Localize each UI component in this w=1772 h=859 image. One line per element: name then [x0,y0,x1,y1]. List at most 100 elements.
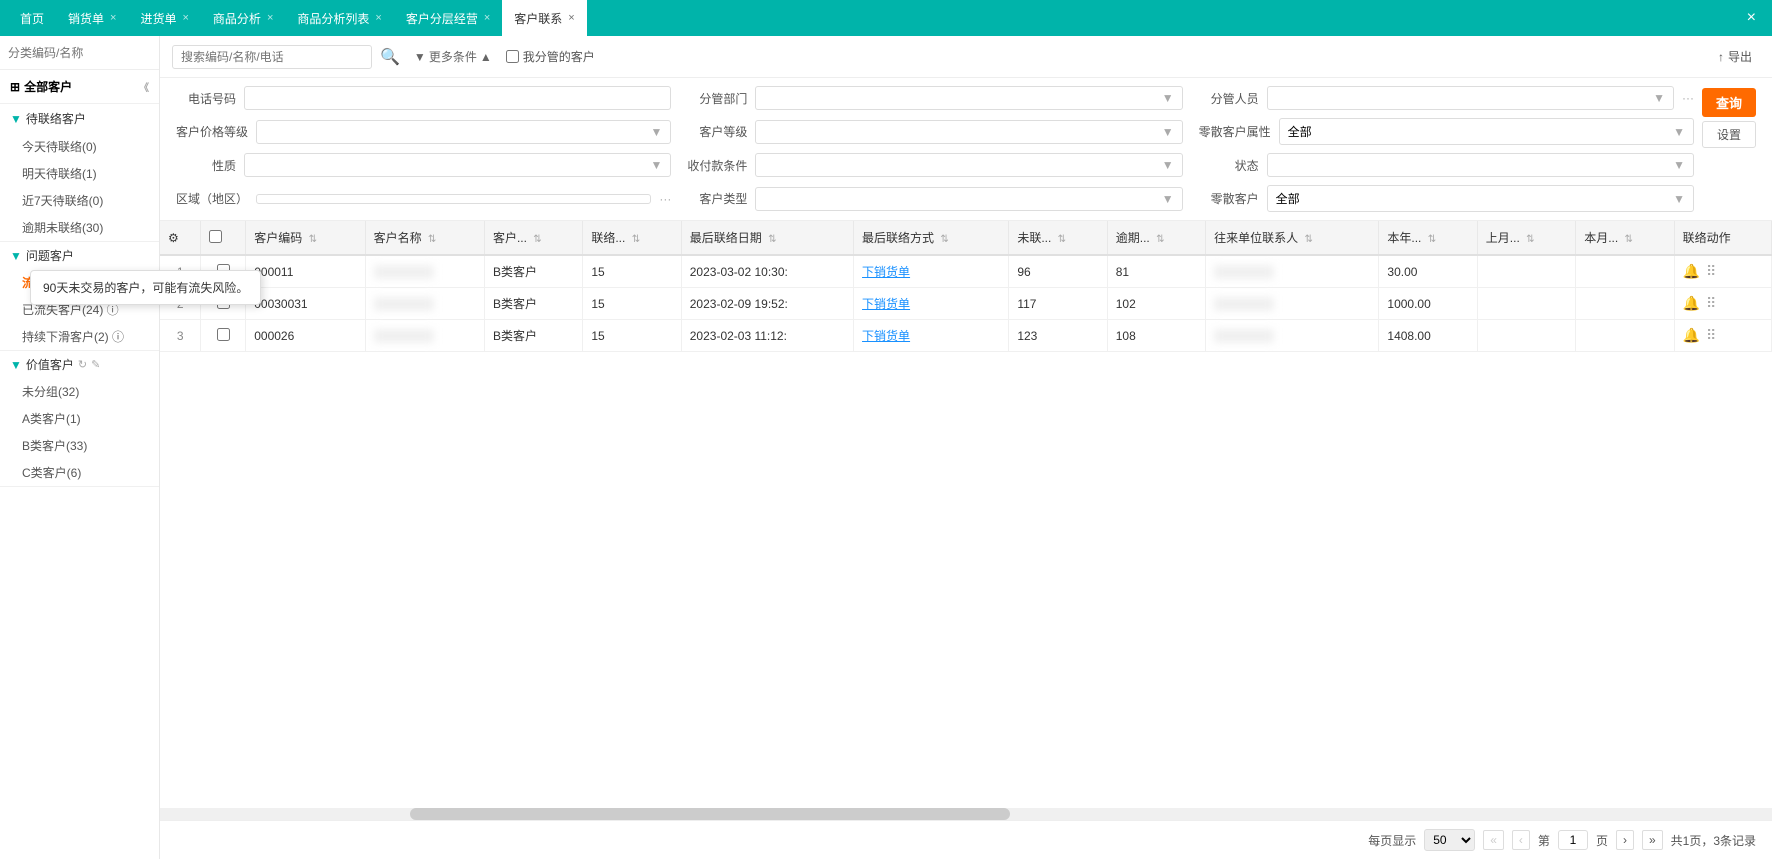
window-close-btn[interactable]: × [1739,9,1764,27]
filter-search-button[interactable]: 🔍 [380,47,400,67]
more-conditions-btn[interactable]: ▼ 更多条件 ▲ [408,44,498,69]
person-dropdown-icon: ▼ [1653,91,1665,105]
scrollbar-thumb[interactable] [410,808,1010,820]
close-purchase-tab[interactable]: × [182,12,188,24]
my-customers-checkbox[interactable]: 我分管的客户 [506,48,595,65]
sort-icon-type2: ⇅ [940,234,948,245]
sidebar-search-input[interactable] [8,46,160,60]
close-sales-tab[interactable]: × [110,12,116,24]
more-actions-icon[interactable]: ⠿ [1706,263,1716,280]
close-customer-layer-tab[interactable]: × [484,12,490,24]
filter-retail-attr-select[interactable]: 全部 ▼ [1279,118,1694,145]
sidebar-item-b-class[interactable]: B类客户(33) [0,432,159,459]
th-last-type: 最后联络方式 ⇅ [854,221,1009,255]
row-action: 🔔 ⠿ [1674,255,1771,288]
contact-icon[interactable]: 🔔 [1683,327,1700,344]
checkbox-header [201,221,246,255]
section-header-problem[interactable]: ▼ 问题客户 [0,242,159,269]
filter-payment-label: 收付款条件 [687,157,747,174]
person-more-icon[interactable]: ··· [1682,91,1694,105]
sidebar-item-c-class[interactable]: C类客户(6) [0,459,159,486]
row-last-type[interactable]: 下销货单 [854,288,1009,320]
sidebar-item-ungroup[interactable]: 未分组(32) [0,378,159,405]
gear-header[interactable]: ⚙ [160,221,201,255]
page-input[interactable] [1558,830,1588,850]
row-checkbox[interactable] [201,320,246,352]
filter-phone-input[interactable] [244,86,671,110]
filter-customer-type-select[interactable]: ▼ [755,187,1182,211]
more-actions-icon[interactable]: ⠿ [1706,295,1716,312]
filter-status-select[interactable]: ▼ [1267,153,1694,177]
nav-item-analysis-list[interactable]: 商品分析列表 × [285,0,393,36]
row-uncontacted: 117 [1009,288,1107,320]
filter-row-3: 性质 ▼ 收付款条件 ▼ [176,153,1694,177]
section-value-customers: ▼ 价值客户 ↻ ✎ 未分组(32) A类客户(1) B类客户(33) C类客户… [0,351,159,487]
chevron-up-icon: ▲ [480,50,492,64]
sidebar-item-today-contact[interactable]: 今天待联络(0) [0,133,159,160]
select-all-checkbox[interactable] [209,230,222,243]
query-button[interactable]: 查询 [1702,88,1756,117]
sidebar-item-7day-contact[interactable]: 近7天待联络(0) [0,187,159,214]
arrow-icon: ▼ [10,112,22,126]
row-name [365,255,484,288]
row-last-month [1477,320,1575,352]
collapse-icon: 《 [139,79,149,94]
next-page-btn[interactable]: › [1616,830,1634,850]
export-button[interactable]: ↑ 导出 [1710,44,1760,69]
sidebar-item-tomorrow-contact[interactable]: 明天待联络(1) [0,160,159,187]
edit-icon[interactable]: ✎ [91,358,100,371]
row-year-amount: 1408.00 [1379,320,1477,352]
row-type: B类客户 [484,320,582,352]
contact-icon[interactable]: 🔔 [1683,295,1700,312]
grid-icon: ⊞ [10,80,20,94]
row-unit-contact [1206,255,1379,288]
arrow-icon-3: ▼ [10,358,22,372]
row-last-date: 2023-02-09 19:52: [681,288,853,320]
filter-payment-select[interactable]: ▼ [755,153,1182,177]
sidebar-all-customers[interactable]: ⊞ 全部客户 《 [0,70,159,104]
advanced-filter-panel: 电话号码 分管部门 ▼ 分管人员 [160,78,1772,221]
sidebar-item-overdue-contact[interactable]: 逾期未联络(30) [0,214,159,241]
section-header-value[interactable]: ▼ 价值客户 ↻ ✎ [0,351,159,378]
page-size-select[interactable]: 50 100 200 [1424,829,1475,851]
filter-dept-select[interactable]: ▼ [755,86,1182,110]
row-contact-count: 15 [583,255,681,288]
page-size-label: 每页显示 [1368,832,1416,849]
filter-nature-select[interactable]: ▼ [244,153,671,177]
settings-button[interactable]: 设置 [1702,121,1756,148]
region-more-icon[interactable]: ··· [659,192,671,206]
row-last-type[interactable]: 下销货单 [854,255,1009,288]
th-last-month: 上月... ⇅ [1477,221,1575,255]
close-analysis-tab[interactable]: × [267,12,273,24]
close-analysis-list-tab[interactable]: × [375,12,381,24]
nav-item-sales[interactable]: 销货单 × [56,0,128,36]
refresh-icon[interactable]: ↻ [78,358,87,371]
filter-customer-level-select[interactable]: ▼ [755,120,1182,144]
nav-item-customer-layer[interactable]: 客户分层经营 × [394,0,502,36]
payment-dropdown-icon: ▼ [1162,158,1174,172]
contact-icon[interactable]: 🔔 [1683,263,1700,280]
my-customers-check-input[interactable] [506,50,519,63]
horizontal-scrollbar[interactable] [160,808,1772,820]
th-code: 客户编码 ⇅ [246,221,365,255]
nav-item-customer-contact[interactable]: 客户联系 × [502,0,586,36]
last-page-btn[interactable]: » [1642,830,1663,850]
filter-person-select[interactable]: ▼ [1267,86,1674,110]
close-customer-contact-tab[interactable]: × [568,12,574,24]
nav-item-home[interactable]: 首页 [8,0,56,36]
filter-search-input[interactable] [172,45,372,69]
section-header-pending[interactable]: ▼ 待联络客户 [0,104,159,133]
filter-region-select[interactable] [256,194,651,204]
sidebar-item-a-class[interactable]: A类客户(1) [0,405,159,432]
more-actions-icon[interactable]: ⠿ [1706,327,1716,344]
filter-retail-select[interactable]: 全部 ▼ [1267,185,1694,212]
sidebar-item-declining[interactable]: 持续下滑客户(2) ⓘ [0,323,159,350]
level-dropdown-icon: ▼ [1162,125,1174,139]
prev-page-btn[interactable]: ‹ [1512,830,1530,850]
nav-item-analysis[interactable]: 商品分析 × [201,0,285,36]
nav-item-purchase[interactable]: 进货单 × [128,0,200,36]
sort-icon-last-month: ⇅ [1526,234,1534,245]
filter-price-select[interactable]: ▼ [256,120,671,144]
row-last-type[interactable]: 下销货单 [854,320,1009,352]
first-page-btn[interactable]: « [1483,830,1504,850]
